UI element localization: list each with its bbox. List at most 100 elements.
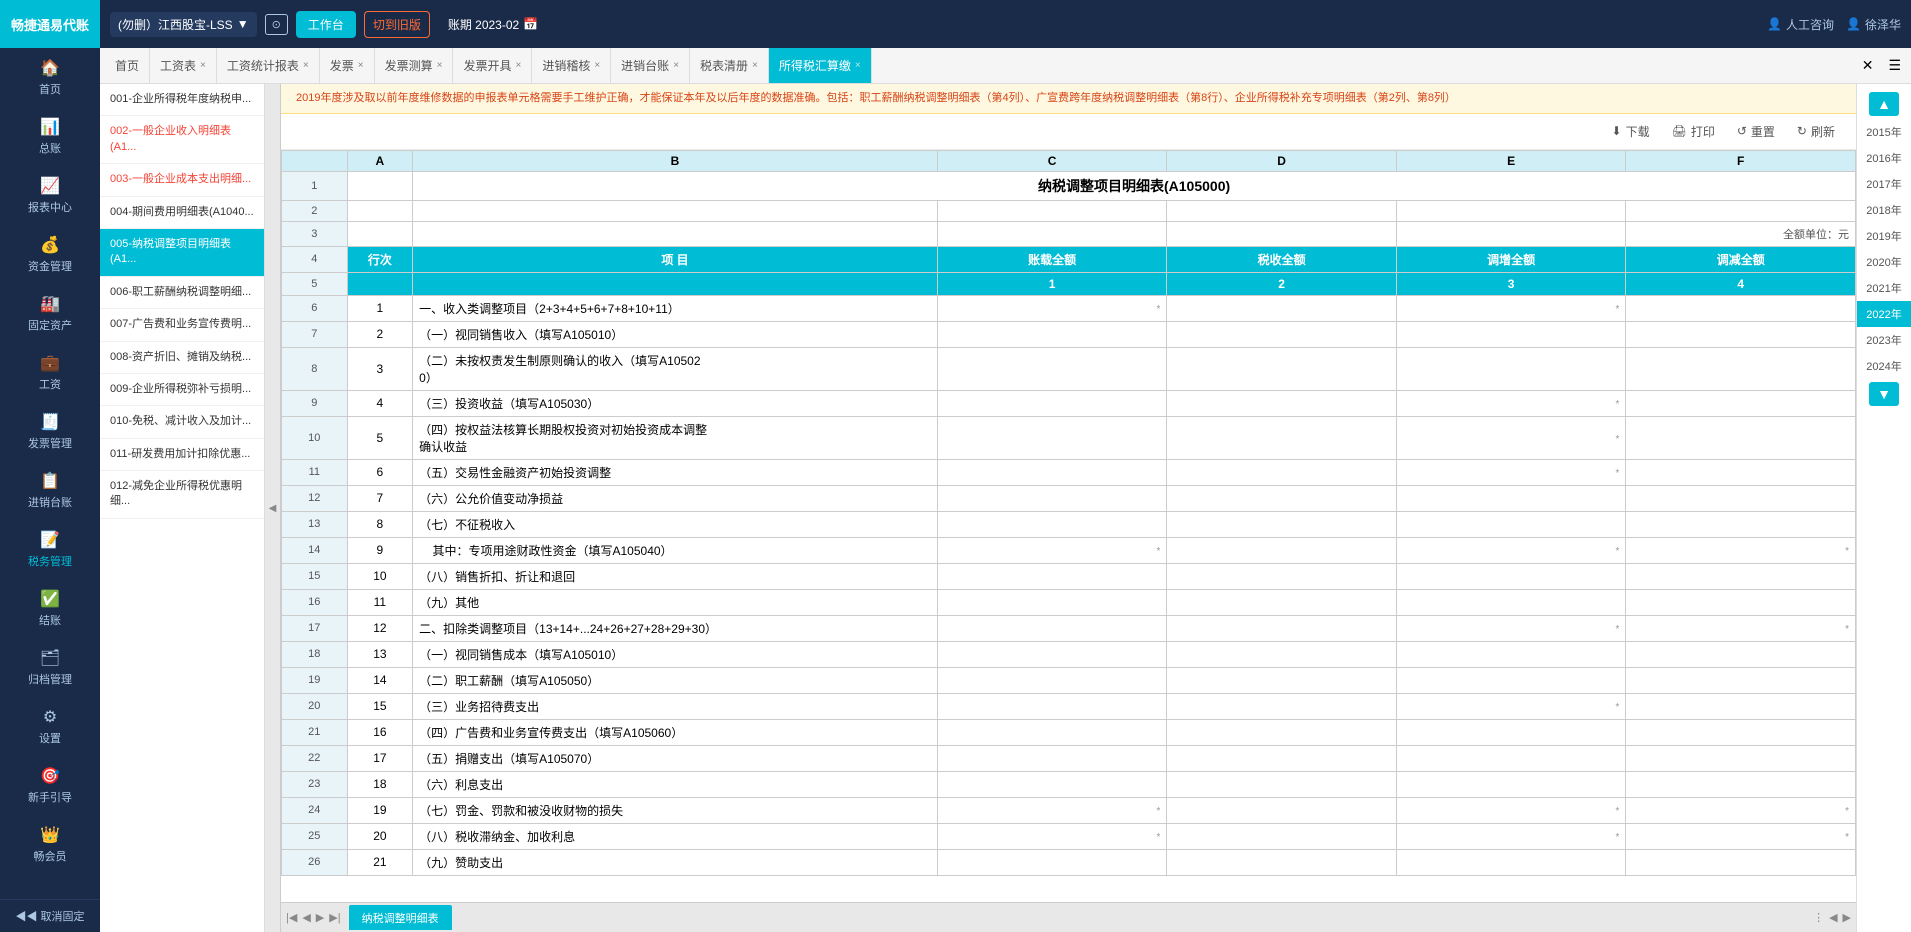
table-cell[interactable]: （四）按权益法核算长期股权投资对初始投资成本调整确认收益 — [413, 416, 938, 459]
table-cell[interactable] — [1626, 347, 1856, 390]
sidebar-item-invoice[interactable]: 🧾 发票管理 — [0, 402, 100, 461]
table-cell[interactable] — [1626, 563, 1856, 589]
scroll-left-icon[interactable]: ◀ — [1829, 911, 1837, 924]
table-cell[interactable] — [1167, 321, 1397, 347]
table-cell[interactable] — [1626, 719, 1856, 745]
table-cell[interactable] — [1396, 563, 1626, 589]
table-cell[interactable] — [1167, 615, 1397, 641]
table-cell[interactable]: （二）职工薪酬（填写A105050） — [413, 667, 938, 693]
year-up-button[interactable]: ▲ — [1869, 92, 1899, 116]
table-cell[interactable]: （九）其他 — [413, 589, 938, 615]
close-icon[interactable]: × — [437, 60, 443, 71]
table-cell[interactable]: （五）交易性金融资产初始投资调整 — [413, 459, 938, 485]
tab-payroll-report[interactable]: 工资统计报表 × — [217, 48, 320, 84]
calendar-icon[interactable]: 📅 — [523, 17, 538, 31]
table-cell[interactable]: * — [1396, 459, 1626, 485]
close-icon[interactable]: × — [515, 60, 521, 71]
table-cell[interactable] — [937, 390, 1167, 416]
table-cell[interactable]: （五）捐赠支出（填写A105070） — [413, 745, 938, 771]
sidebar-item-purchase[interactable]: 📋 进销台账 — [0, 461, 100, 520]
table-cell[interactable] — [937, 347, 1167, 390]
tab-payroll[interactable]: 工资表 × — [150, 48, 217, 84]
tab-income-tax[interactable]: 所得税汇算缴 × — [769, 48, 872, 84]
table-cell[interactable]: * — [1626, 823, 1856, 849]
prev-icon[interactable]: ◀ — [302, 911, 310, 924]
table-cell[interactable] — [937, 485, 1167, 511]
left-panel-item-011[interactable]: 011-研发费用加计扣除优惠... — [100, 439, 264, 471]
table-cell[interactable] — [1396, 641, 1626, 667]
table-cell[interactable] — [1167, 745, 1397, 771]
customer-service-button[interactable]: 👤 人工咨询 — [1767, 16, 1834, 33]
table-cell[interactable] — [1626, 485, 1856, 511]
table-cell[interactable] — [1626, 771, 1856, 797]
sidebar-item-tax[interactable]: 📝 税务管理 — [0, 520, 100, 579]
download-button[interactable]: ⬇ 下载 — [1606, 120, 1656, 143]
table-cell[interactable] — [1167, 797, 1397, 823]
sidebar-item-member[interactable]: 👑 畅会员 — [0, 815, 100, 874]
table-cell[interactable] — [1396, 347, 1626, 390]
table-cell[interactable]: 一、收入类调整项目（2+3+4+5+6+7+8+10+11） — [413, 295, 938, 321]
table-cell[interactable]: （六）利息支出 — [413, 771, 938, 797]
table-cell[interactable] — [1167, 771, 1397, 797]
table-cell[interactable]: （九）赞助支出 — [413, 849, 938, 875]
bottom-tab-adjust[interactable]: 纳税调整明细表 — [349, 905, 452, 930]
close-icon[interactable]: × — [855, 60, 861, 71]
sidebar-item-reports[interactable]: 📈 报表中心 — [0, 166, 100, 225]
table-cell[interactable]: * — [1396, 537, 1626, 563]
table-cell[interactable]: * — [1626, 537, 1856, 563]
unpin-sidebar-button[interactable]: ◀◀ 取消固定 — [0, 899, 100, 932]
table-cell[interactable] — [1167, 823, 1397, 849]
tab-home[interactable]: 首页 — [105, 48, 150, 84]
left-panel-item-003[interactable]: 003-一般企业成本支出明细... — [100, 164, 264, 196]
table-cell[interactable] — [1167, 459, 1397, 485]
close-icon[interactable]: × — [594, 60, 600, 71]
table-cell[interactable]: （四）广告费和业务宣传费支出（填写A105060） — [413, 719, 938, 745]
tab-menu-icon[interactable]: ☰ — [1883, 57, 1906, 74]
table-cell[interactable] — [937, 719, 1167, 745]
table-cell[interactable] — [937, 321, 1167, 347]
left-panel-item-010[interactable]: 010-免税、减计收入及加计... — [100, 406, 264, 438]
reset-button[interactable]: ↺ 重置 — [1731, 120, 1781, 143]
table-cell[interactable] — [1396, 589, 1626, 615]
table-cell[interactable]: （三）业务招待费支出 — [413, 693, 938, 719]
year-2019[interactable]: 2019年 — [1857, 223, 1911, 249]
table-cell[interactable] — [1167, 485, 1397, 511]
table-cell[interactable] — [1167, 719, 1397, 745]
table-cell[interactable] — [937, 693, 1167, 719]
company-selector[interactable]: (勿删）江西股宝-LSS ▼ — [110, 12, 257, 37]
table-cell[interactable] — [937, 589, 1167, 615]
tab-purchase-ledger[interactable]: 进销台账 × — [611, 48, 690, 84]
old-version-button[interactable]: 切到旧版 — [364, 11, 430, 38]
table-cell[interactable] — [1626, 321, 1856, 347]
left-panel-item-001[interactable]: 001-企业所得税年度纳税申... — [100, 84, 264, 116]
table-cell[interactable]: （八）销售折扣、折让和退回 — [413, 563, 938, 589]
tab-invoice-calc[interactable]: 发票测算 × — [375, 48, 454, 84]
table-cell[interactable]: （七）不征税收入 — [413, 511, 938, 537]
table-cell[interactable] — [1626, 295, 1856, 321]
sidebar-item-finance[interactable]: 💰 资金管理 — [0, 225, 100, 284]
tab-invoice[interactable]: 发票 × — [320, 48, 375, 84]
table-cell[interactable]: * — [1396, 797, 1626, 823]
close-icon[interactable]: × — [752, 60, 758, 71]
year-2016[interactable]: 2016年 — [1857, 145, 1911, 171]
table-cell[interactable]: * — [1396, 693, 1626, 719]
left-panel-item-002[interactable]: 002-一般企业收入明细表(A1... — [100, 116, 264, 164]
sidebar-item-assets[interactable]: 🏭 固定资产 — [0, 284, 100, 343]
table-cell[interactable] — [1167, 347, 1397, 390]
table-cell[interactable] — [1396, 667, 1626, 693]
table-cell[interactable] — [1626, 390, 1856, 416]
table-cell[interactable] — [1396, 719, 1626, 745]
table-cell[interactable]: （八）税收滞纳金、加收利息 — [413, 823, 938, 849]
table-cell[interactable]: * — [1396, 390, 1626, 416]
table-cell[interactable]: * — [1396, 615, 1626, 641]
year-2017[interactable]: 2017年 — [1857, 171, 1911, 197]
year-down-button[interactable]: ▼ — [1869, 382, 1899, 406]
table-cell[interactable] — [1167, 416, 1397, 459]
table-cell[interactable]: 二、扣除类调整项目（13+14+...24+26+27+28+29+30） — [413, 615, 938, 641]
table-cell[interactable]: * — [1626, 797, 1856, 823]
sidebar-item-settings[interactable]: ⚙ 设置 — [0, 697, 100, 756]
table-cell[interactable] — [937, 771, 1167, 797]
table-cell[interactable] — [1396, 485, 1626, 511]
year-2018[interactable]: 2018年 — [1857, 197, 1911, 223]
table-cell[interactable] — [1626, 589, 1856, 615]
